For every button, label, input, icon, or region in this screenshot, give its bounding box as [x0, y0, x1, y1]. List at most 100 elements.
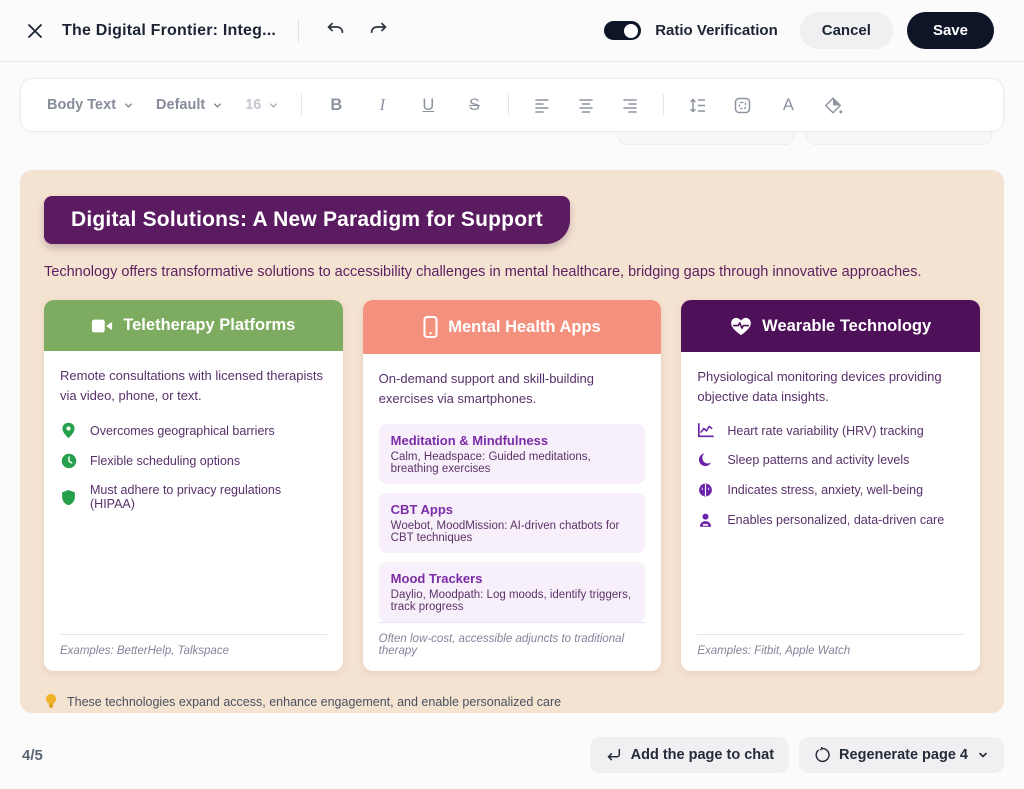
smartphone-icon — [423, 316, 438, 338]
chart-line-icon — [698, 423, 715, 438]
bullet-list: Overcomes geographical barriers Flexible… — [60, 422, 327, 511]
align-left-button[interactable] — [531, 94, 553, 116]
card-footer-note: Often low-cost, accessible adjuncts to t… — [378, 622, 646, 657]
bold-icon: B — [330, 95, 343, 114]
app-category: CBT Apps Woebot, MoodMission: AI-driven … — [378, 493, 646, 554]
italic-button[interactable]: I — [370, 95, 394, 115]
bullet-text: Sleep patterns and activity levels — [727, 453, 910, 468]
bullet-item: Sleep patterns and activity levels — [697, 452, 964, 468]
card-description: Remote consultations with licensed thera… — [60, 368, 324, 404]
undo-icon — [327, 22, 344, 34]
font-size-dropdown[interactable]: 16 — [245, 97, 279, 113]
card-wearable-technology[interactable]: Wearable Technology Physiological monito… — [681, 300, 981, 672]
text-color-button[interactable]: A — [776, 96, 800, 115]
font-dropdown[interactable]: Default — [156, 97, 223, 113]
bullet-text: Flexible scheduling options — [90, 454, 241, 469]
font-value: Default — [156, 97, 206, 113]
moon-icon — [699, 453, 712, 467]
card-body: On-demand support and skill-building exe… — [363, 354, 662, 671]
topbar-right: Ratio Verification Cancel Save — [604, 12, 994, 49]
app-category-title: Meditation & Mindfulness — [390, 433, 549, 449]
card-footer-note: Examples: Fitbit, Apple Watch — [697, 634, 965, 657]
slide-title: Digital Solutions: A New Paradigm for Su… — [71, 208, 543, 231]
card-apps-header: Mental Health Apps — [362, 300, 662, 354]
close-button[interactable] — [22, 18, 48, 44]
clock-icon — [61, 454, 76, 469]
card-teletherapy-header: Teletherapy Platforms — [44, 300, 343, 351]
bold-button[interactable]: B — [324, 96, 348, 115]
line-spacing-button[interactable] — [686, 94, 709, 117]
redo-icon — [370, 22, 387, 34]
page-bar-actions: Add the page to chat Regenerate page 4 — [589, 737, 1004, 773]
align-center-icon — [579, 99, 594, 113]
bullet-text: Heart rate variability (HRV) tracking — [727, 423, 924, 438]
align-center-button[interactable] — [575, 94, 597, 116]
app-category-text: Woebot, MoodMission: AI-driven chatbots … — [390, 520, 620, 545]
bullet-text: Overcomes geographical barriers — [90, 423, 275, 438]
app-category-title: CBT Apps — [390, 502, 454, 518]
brain-icon — [699, 483, 713, 497]
undo-button[interactable] — [321, 17, 350, 44]
text-color-icon: A — [782, 95, 794, 114]
shield-icon — [62, 489, 75, 506]
previous-page-add-to-chat-button-partial[interactable] — [617, 132, 795, 145]
bullet-text: Enables personalized, data-driven care — [727, 513, 945, 528]
card-body: Physiological monitoring devices providi… — [681, 352, 980, 671]
ratio-verification-label: Ratio Verification — [655, 22, 778, 39]
close-icon — [28, 23, 42, 38]
card-title: Teletherapy Platforms — [123, 316, 296, 334]
card-mental-health-apps[interactable]: Mental Health Apps On-demand support and… — [362, 300, 662, 672]
bullet-item: Indicates stress, anxiety, well-being — [697, 482, 964, 498]
align-right-button[interactable] — [619, 94, 641, 116]
card-description: On-demand support and skill-building exe… — [378, 371, 595, 407]
video-camera-icon — [92, 319, 113, 332]
underline-button[interactable]: U — [416, 96, 440, 115]
heart-pulse-icon — [731, 317, 752, 336]
cancel-button[interactable]: Cancel — [799, 12, 893, 49]
strikethrough-button[interactable]: S — [462, 96, 486, 115]
fill-color-button[interactable] — [822, 94, 845, 117]
bullet-list: Heart rate variability (HRV) tracking Sl… — [697, 423, 964, 528]
bullet-item: Overcomes geographical barriers — [60, 422, 327, 439]
underline-icon: U — [422, 95, 435, 114]
redo-button[interactable] — [364, 17, 393, 44]
text-style-dropdown[interactable]: Body Text — [47, 97, 134, 113]
add-page-to-chat-button[interactable]: Add the page to chat — [589, 737, 790, 773]
divider — [301, 94, 303, 116]
slide-title-banner[interactable]: Digital Solutions: A New Paradigm for Su… — [44, 196, 570, 244]
scroll-gap — [0, 132, 1024, 170]
divider — [298, 19, 299, 42]
slide-canvas[interactable]: Digital Solutions: A New Paradigm for Su… — [20, 170, 1004, 713]
divider — [508, 94, 510, 116]
card-wearable-header: Wearable Technology — [681, 300, 981, 352]
toolbar-wrap: Body Text Default 16 B I U S A — [0, 62, 1024, 132]
save-button[interactable]: Save — [906, 12, 994, 49]
format-toolbar: Body Text Default 16 B I U S A — [20, 78, 1004, 132]
text-style-value: Body Text — [47, 97, 117, 113]
italic-icon: I — [379, 95, 386, 114]
align-left-icon — [535, 99, 550, 113]
regenerate-page-label: Regenerate page 4 — [839, 747, 968, 763]
toggle-knob — [624, 23, 639, 38]
page-bar: 4/5 Add the page to chat Regenerate page… — [0, 737, 1024, 789]
regenerate-page-button[interactable]: Regenerate page 4 — [799, 737, 1004, 773]
lightbulb-icon — [45, 694, 57, 709]
frame-icon — [735, 97, 751, 113]
slide-note[interactable]: These technologies expand access, enhanc… — [44, 693, 980, 710]
card-teletherapy[interactable]: Teletherapy Platforms Remote consultatio… — [44, 300, 343, 672]
slide-subtitle[interactable]: Technology offers transformative solutio… — [44, 264, 980, 280]
page-indicator: 4/5 — [22, 746, 43, 764]
align-right-icon — [623, 99, 638, 113]
card-body: Remote consultations with licensed thera… — [44, 351, 343, 671]
app-category-text: Daylio, Moodpath: Log moods, identify tr… — [390, 589, 632, 614]
bullet-text: Must adhere to privacy regulations (HIPA… — [90, 483, 282, 512]
bullet-item: Flexible scheduling options — [60, 453, 327, 469]
map-pin-icon — [62, 423, 75, 439]
bullet-item: Heart rate variability (HRV) tracking — [697, 423, 964, 438]
chevron-down-icon — [270, 102, 278, 108]
person-icon — [700, 513, 712, 528]
previous-page-regenerate-button-partial[interactable] — [806, 132, 992, 145]
app-category: Meditation & Mindfulness Calm, Headspace… — [378, 424, 646, 485]
ratio-verification-toggle[interactable] — [604, 21, 642, 40]
frame-button[interactable] — [731, 94, 754, 117]
